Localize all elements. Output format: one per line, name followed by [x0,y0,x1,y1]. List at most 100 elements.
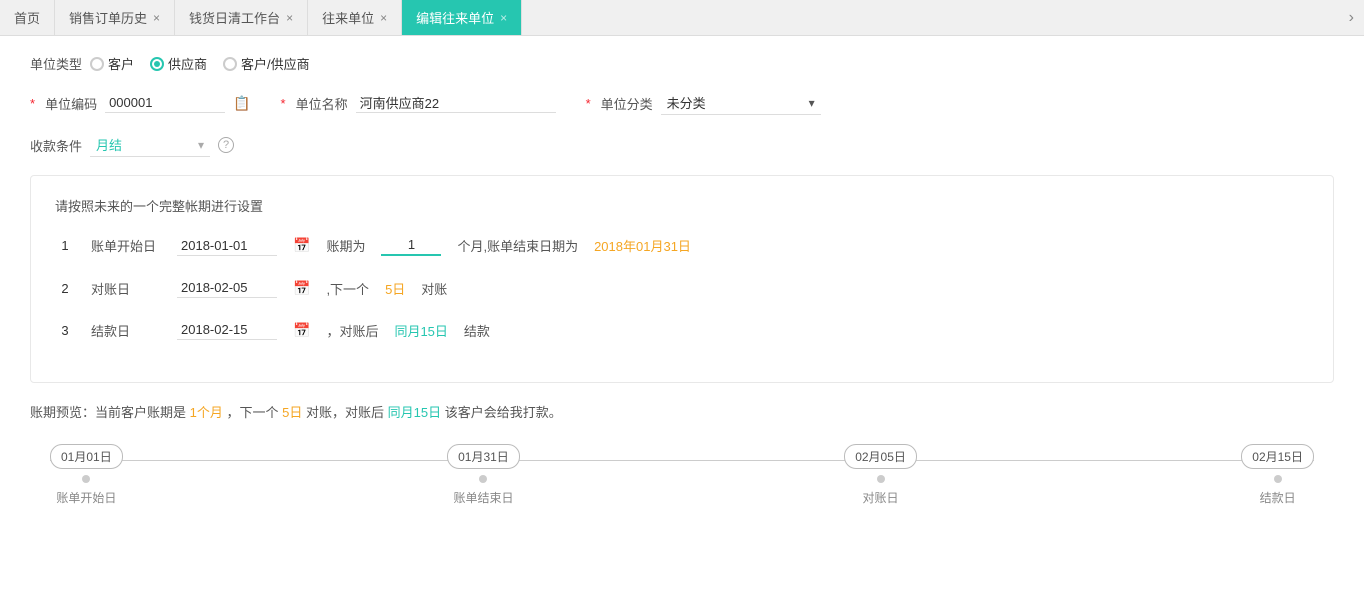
tab-edit-counterparty-label: 编辑往来单位 [416,8,494,27]
tab-cash-clearing[interactable]: 钱货日清工作台 × [175,0,308,35]
timeline-badge-2: 01月31日 [447,444,520,469]
step-2-highlight: 5日 [385,279,405,298]
step-1-number: 1 [55,238,75,253]
step-2-number: 2 [55,281,75,296]
radio-supplier-label: 供应商 [168,54,207,73]
step-1-suffix: 个月,账单结束日期为 [457,236,578,255]
unit-code-group: * 单位编码 📋 [30,93,251,113]
step-2-calendar-icon[interactable]: 📅 [293,280,310,297]
timeline-track: 01月01日 账单开始日 01月31日 账单结束日 02月05日 对账日 [50,444,1314,506]
tab-cash-clearing-label: 钱货日清工作台 [189,8,280,27]
unit-type-radio-group: 客户 供应商 客户/供应商 [90,54,310,73]
preview-part2: 5日 [282,405,302,420]
tab-cash-clearing-close[interactable]: × [286,11,293,25]
step-2-date-input[interactable] [177,278,277,298]
timeline-point-1: 01月01日 账单开始日 [50,444,123,506]
unit-category-label: 单位分类 [601,94,653,113]
tab-sales-order-history[interactable]: 销售订单历史 × [55,0,175,35]
payment-terms-group: 收款条件 月结 ▾ ? [30,133,234,157]
step-3-suffix: 结款 [464,321,490,340]
step-1-calendar-icon[interactable]: 📅 [293,237,310,254]
step-3-date-input[interactable] [177,320,277,340]
preview-sep2: 对账，对账后 [306,405,384,420]
step-2-row: 2 对账日 📅 ,下一个 5日 对账 [55,278,1309,298]
unit-name-group: * 单位名称 [281,93,556,113]
preview-prefix: 账期预览：当前客户账期是 [30,405,186,420]
step-2-suffix: 对账 [421,279,447,298]
step-3-prefix: ，对账后 [326,321,378,340]
step-1-row: 1 账单开始日 📅 账期为 个月,账单结束日期为 2018年01月31日 [55,235,1309,256]
timeline-dot-3 [877,475,885,483]
step-2-label: 对账日 [91,279,161,298]
preview-part3: 同月15日 [388,405,441,420]
timeline-label-4: 结款日 [1260,489,1296,506]
unit-code-icon[interactable]: 📋 [233,95,250,112]
radio-customer-circle[interactable] [90,57,104,71]
unit-info-row: * 单位编码 📋 * 单位名称 * 单位分类 未分类 ▾ [30,91,1334,115]
tab-home[interactable]: 首页 [0,0,55,35]
step-3-label: 结款日 [91,321,161,340]
step-1-date-input[interactable] [177,236,277,256]
tab-sales-order-history-label: 销售订单历史 [69,8,147,27]
timeline-point-2: 01月31日 账单结束日 [447,444,520,506]
radio-both[interactable]: 客户/供应商 [223,54,310,73]
radio-supplier[interactable]: 供应商 [150,54,207,73]
tab-counterparty-label: 往来单位 [322,8,374,27]
preview-sep1: ，下一个 [227,405,279,420]
tab-counterparty[interactable]: 往来单位 × [308,0,402,35]
unit-type-row: 单位类型 客户 供应商 客户/供应商 [30,54,1334,73]
timeline-label-1: 账单开始日 [56,489,116,506]
payment-terms-dropdown[interactable]: 月结 ▾ [90,133,210,157]
timeline-point-4: 02月15日 结款日 [1241,444,1314,506]
unit-type-group: 单位类型 客户 供应商 客户/供应商 [30,54,310,73]
timeline-point-3: 02月05日 对账日 [844,444,917,506]
timeline-container: 01月01日 账单开始日 01月31日 账单结束日 02月05日 对账日 [30,444,1334,506]
main-content: 单位类型 客户 供应商 客户/供应商 * 单位编码 [0,36,1364,608]
radio-both-label: 客户/供应商 [241,54,310,73]
step-1-mid-label: 账期为 [326,236,365,255]
unit-name-label: 单位名称 [296,94,348,113]
unit-category-arrow: ▾ [809,96,815,110]
unit-category-required: * [586,96,591,111]
preview-part1: 1个月 [190,405,223,420]
radio-customer-label: 客户 [108,54,134,73]
unit-name-input[interactable] [356,93,556,113]
step-1-end-date: 2018年01月31日 [594,236,691,255]
step-3-row: 3 结款日 📅 ，对账后 同月15日 结款 [55,320,1309,340]
unit-code-required: * [30,96,35,111]
timeline-dot-1 [82,475,90,483]
box-title: 请按照未来的一个完整帐期进行设置 [55,196,1309,215]
step-3-highlight: 同月15日 [394,321,447,340]
unit-category-value: 未分类 [667,93,801,112]
radio-supplier-circle[interactable] [150,57,164,71]
tab-home-label: 首页 [14,8,40,27]
step-2-prefix: ,下一个 [326,279,369,298]
settings-box: 请按照未来的一个完整帐期进行设置 1 账单开始日 📅 账期为 个月,账单结束日期… [30,175,1334,383]
unit-type-label: 单位类型 [30,54,82,73]
payment-terms-value: 月结 [96,135,190,154]
unit-category-dropdown[interactable]: 未分类 ▾ [661,91,821,115]
radio-customer[interactable]: 客户 [90,54,134,73]
preview-section: 账期预览：当前客户账期是 1个月 ，下一个 5日 对账，对账后 同月15日 该客… [30,401,1334,506]
tab-edit-counterparty-close[interactable]: × [500,11,507,25]
tab-edit-counterparty[interactable]: 编辑往来单位 × [402,0,522,35]
tab-more-button[interactable]: › [1339,9,1364,27]
payment-terms-row: 收款条件 月结 ▾ ? [30,133,1334,157]
tab-sales-order-history-close[interactable]: × [153,11,160,25]
tab-counterparty-close[interactable]: × [380,11,387,25]
radio-both-circle[interactable] [223,57,237,71]
step-3-number: 3 [55,323,75,338]
step-1-label: 账单开始日 [91,236,161,255]
step-1-month-input[interactable] [381,235,441,256]
payment-terms-arrow: ▾ [198,138,204,152]
help-icon[interactable]: ? [218,137,234,153]
timeline-spacer-2 [520,475,844,476]
timeline-spacer-1 [123,475,447,476]
unit-category-group: * 单位分类 未分类 ▾ [586,91,821,115]
timeline-badge-3: 02月05日 [844,444,917,469]
timeline-label-3: 对账日 [863,489,899,506]
step-3-calendar-icon[interactable]: 📅 [293,322,310,339]
timeline-label-2: 账单结束日 [453,489,513,506]
timeline-line [50,460,1314,461]
unit-code-input[interactable] [105,93,225,113]
